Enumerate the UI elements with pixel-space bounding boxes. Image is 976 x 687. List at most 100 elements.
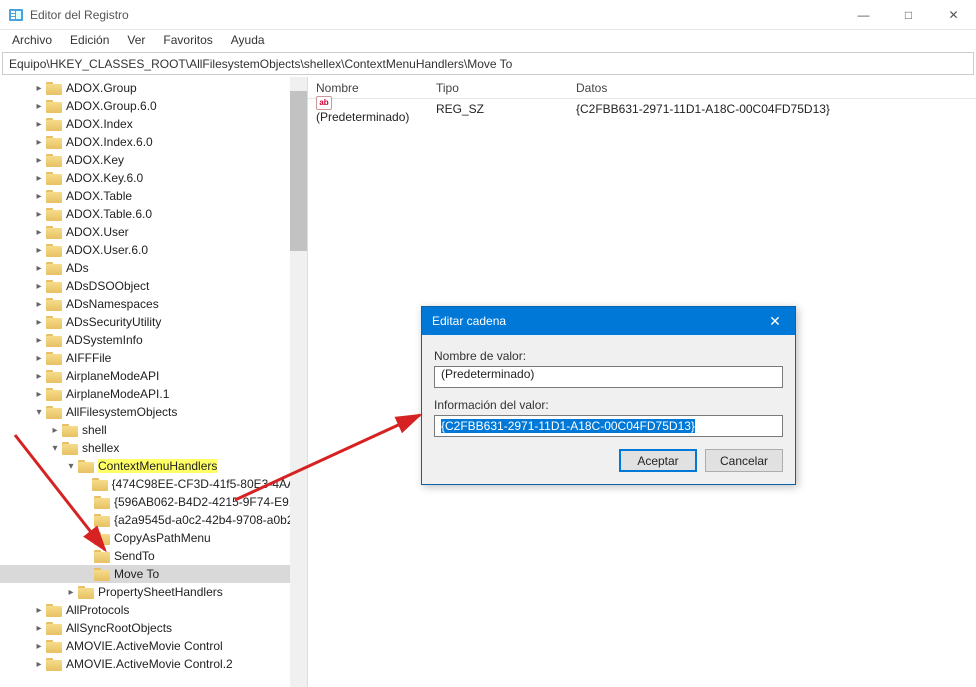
tree-item[interactable]: ▸ ADOX.Group.6.0 [0, 97, 307, 115]
chevron-right-icon[interactable]: ▸ [48, 425, 62, 436]
titlebar: Editor del Registro — □ ✕ [0, 0, 976, 30]
window-controls: — □ ✕ [841, 0, 976, 29]
maximize-button[interactable]: □ [886, 0, 931, 29]
tree-item-label: CopyAsPathMenu [114, 531, 211, 545]
ok-button[interactable]: Aceptar [619, 449, 697, 472]
chevron-right-icon[interactable]: ▸ [32, 245, 46, 256]
menu-archivo[interactable]: Archivo [4, 31, 60, 49]
tree-item[interactable]: ▾ AllFilesystemObjects [0, 403, 307, 421]
tree-item[interactable]: ▸shell [0, 421, 307, 439]
tree[interactable]: ▸ADOX.Group▸ADOX.Group.6.0▸ADOX.Index▸AD… [0, 77, 307, 675]
chevron-right-icon[interactable]: ▸ [64, 587, 78, 598]
chevron-right-icon[interactable]: ▸ [32, 389, 46, 400]
close-button[interactable]: ✕ [931, 0, 976, 29]
tree-item-label: shellex [82, 441, 119, 455]
tree-item[interactable]: ▸AirplaneModeAPI [0, 367, 307, 385]
chevron-right-icon[interactable]: ▸ [32, 623, 46, 634]
tree-item[interactable]: {474C98EE-CF3D-41f5-80E3-4AAE [0, 475, 307, 493]
value-name-input[interactable]: (Predeterminado) [434, 366, 783, 388]
chevron-right-icon[interactable]: ▸ [32, 353, 46, 364]
tree-item[interactable]: ▸AIFFFile [0, 349, 307, 367]
list-row[interactable]: ab(Predeterminado) REG_SZ {C2FBB631-2971… [308, 99, 976, 119]
chevron-right-icon[interactable]: ▸ [32, 659, 46, 670]
tree-item[interactable]: ▸ADSystemInfo [0, 331, 307, 349]
tree-item[interactable]: ▸ADOX.Key [0, 151, 307, 169]
chevron-down-icon[interactable]: ▾ [32, 407, 46, 418]
tree-scrollbar[interactable] [290, 77, 307, 687]
tree-item[interactable]: Move To [0, 565, 307, 583]
dialog-title-text: Editar cadena [432, 314, 755, 328]
folder-icon [46, 279, 62, 293]
tree-item[interactable]: ▸AMOVIE.ActiveMovie Control.2 [0, 655, 307, 673]
tree-item[interactable]: ▸AllProtocols [0, 601, 307, 619]
chevron-right-icon[interactable]: ▸ [32, 335, 46, 346]
tree-item-label: ADOX.Group.6.0 [66, 99, 157, 113]
menu-ayuda[interactable]: Ayuda [223, 31, 273, 49]
tree-item[interactable]: {596AB062-B4D2-4215-9F74-E910 [0, 493, 307, 511]
tree-item-label: ADsNamespaces [66, 297, 159, 311]
chevron-right-icon[interactable]: ▸ [32, 281, 46, 292]
dialog-titlebar[interactable]: Editar cadena ✕ [422, 307, 795, 335]
string-value-icon: ab [316, 96, 332, 110]
tree-item[interactable]: ▸ AMOVIE.ActiveMovie Control [0, 637, 307, 655]
tree-item[interactable]: ▾ContextMenuHandlers [0, 457, 307, 475]
tree-item[interactable]: ▸ADOX.Table [0, 187, 307, 205]
tree-item[interactable]: ▾ shellex [0, 439, 307, 457]
tree-item[interactable]: ▸ADs [0, 259, 307, 277]
tree-item[interactable]: ▸ADOX.Key.6.0 [0, 169, 307, 187]
tree-item[interactable]: ▸AirplaneModeAPI.1 [0, 385, 307, 403]
tree-item[interactable]: ▸ADsDSOObject [0, 277, 307, 295]
tree-item[interactable]: ▸ ADOX.User [0, 223, 307, 241]
tree-item[interactable]: ▸ADOX.Index.6.0 [0, 133, 307, 151]
address-text: Equipo\HKEY_CLASSES_ROOT\AllFilesystemOb… [9, 57, 512, 71]
tree-item[interactable]: SendTo [0, 547, 307, 565]
folder-icon [46, 657, 62, 671]
tree-item[interactable]: {a2a9545d-a0c2-42b4-9708-a0b2 [0, 511, 307, 529]
scrollbar-thumb[interactable] [290, 91, 307, 251]
chevron-right-icon[interactable]: ▸ [32, 83, 46, 94]
menu-ver[interactable]: Ver [119, 31, 153, 49]
chevron-right-icon[interactable]: ▸ [32, 263, 46, 274]
tree-item[interactable]: ▸ADOX.Group [0, 79, 307, 97]
dialog-close-button[interactable]: ✕ [755, 307, 795, 335]
chevron-right-icon[interactable]: ▸ [32, 371, 46, 382]
minimize-button[interactable]: — [841, 0, 886, 29]
tree-item[interactable]: ▸AllSyncRootObjects [0, 619, 307, 637]
tree-pane: ▸ADOX.Group▸ADOX.Group.6.0▸ADOX.Index▸AD… [0, 77, 308, 687]
cancel-button[interactable]: Cancelar [705, 449, 783, 472]
tree-item[interactable]: ▸ADsSecurityUtility [0, 313, 307, 331]
chevron-right-icon[interactable]: ▸ [32, 641, 46, 652]
chevron-right-icon[interactable]: ▸ [32, 227, 46, 238]
chevron-right-icon[interactable]: ▸ [32, 137, 46, 148]
chevron-right-icon[interactable]: ▸ [32, 317, 46, 328]
tree-item[interactable]: CopyAsPathMenu [0, 529, 307, 547]
chevron-right-icon[interactable]: ▸ [32, 155, 46, 166]
tree-item[interactable]: ▸ ADsNamespaces [0, 295, 307, 313]
tree-item-label: AllFilesystemObjects [66, 405, 177, 419]
col-header-type[interactable]: Tipo [428, 81, 568, 95]
cell-data: {C2FBB631-2971-11D1-A18C-00C04FD75D13} [568, 102, 976, 116]
chevron-right-icon[interactable]: ▸ [32, 119, 46, 130]
tree-item[interactable]: ▸ADOX.Index [0, 115, 307, 133]
chevron-right-icon[interactable]: ▸ [32, 209, 46, 220]
chevron-right-icon[interactable]: ▸ [32, 173, 46, 184]
col-header-name[interactable]: Nombre [308, 81, 428, 95]
menu-favoritos[interactable]: Favoritos [155, 31, 220, 49]
tree-item-label: AMOVIE.ActiveMovie Control [66, 639, 223, 653]
chevron-right-icon[interactable]: ▸ [32, 101, 46, 112]
chevron-down-icon[interactable]: ▾ [48, 443, 62, 454]
address-bar[interactable]: Equipo\HKEY_CLASSES_ROOT\AllFilesystemOb… [2, 52, 974, 75]
chevron-right-icon[interactable]: ▸ [32, 605, 46, 616]
col-header-data[interactable]: Datos [568, 81, 976, 95]
tree-item[interactable]: ▸PropertySheetHandlers [0, 583, 307, 601]
menu-edicion[interactable]: Edición [62, 31, 117, 49]
value-data-label: Información del valor: [434, 398, 783, 412]
tree-item-label: ADOX.User [66, 225, 129, 239]
tree-item[interactable]: ▸ADOX.User.6.0 [0, 241, 307, 259]
chevron-right-icon[interactable]: ▸ [32, 299, 46, 310]
chevron-down-icon[interactable]: ▾ [64, 461, 78, 472]
tree-item[interactable]: ▸ADOX.Table.6.0 [0, 205, 307, 223]
chevron-right-icon[interactable]: ▸ [32, 191, 46, 202]
value-data-input[interactable]: {C2FBB631-2971-11D1-A18C-00C04FD75D13} [434, 415, 783, 437]
folder-icon [94, 531, 110, 545]
